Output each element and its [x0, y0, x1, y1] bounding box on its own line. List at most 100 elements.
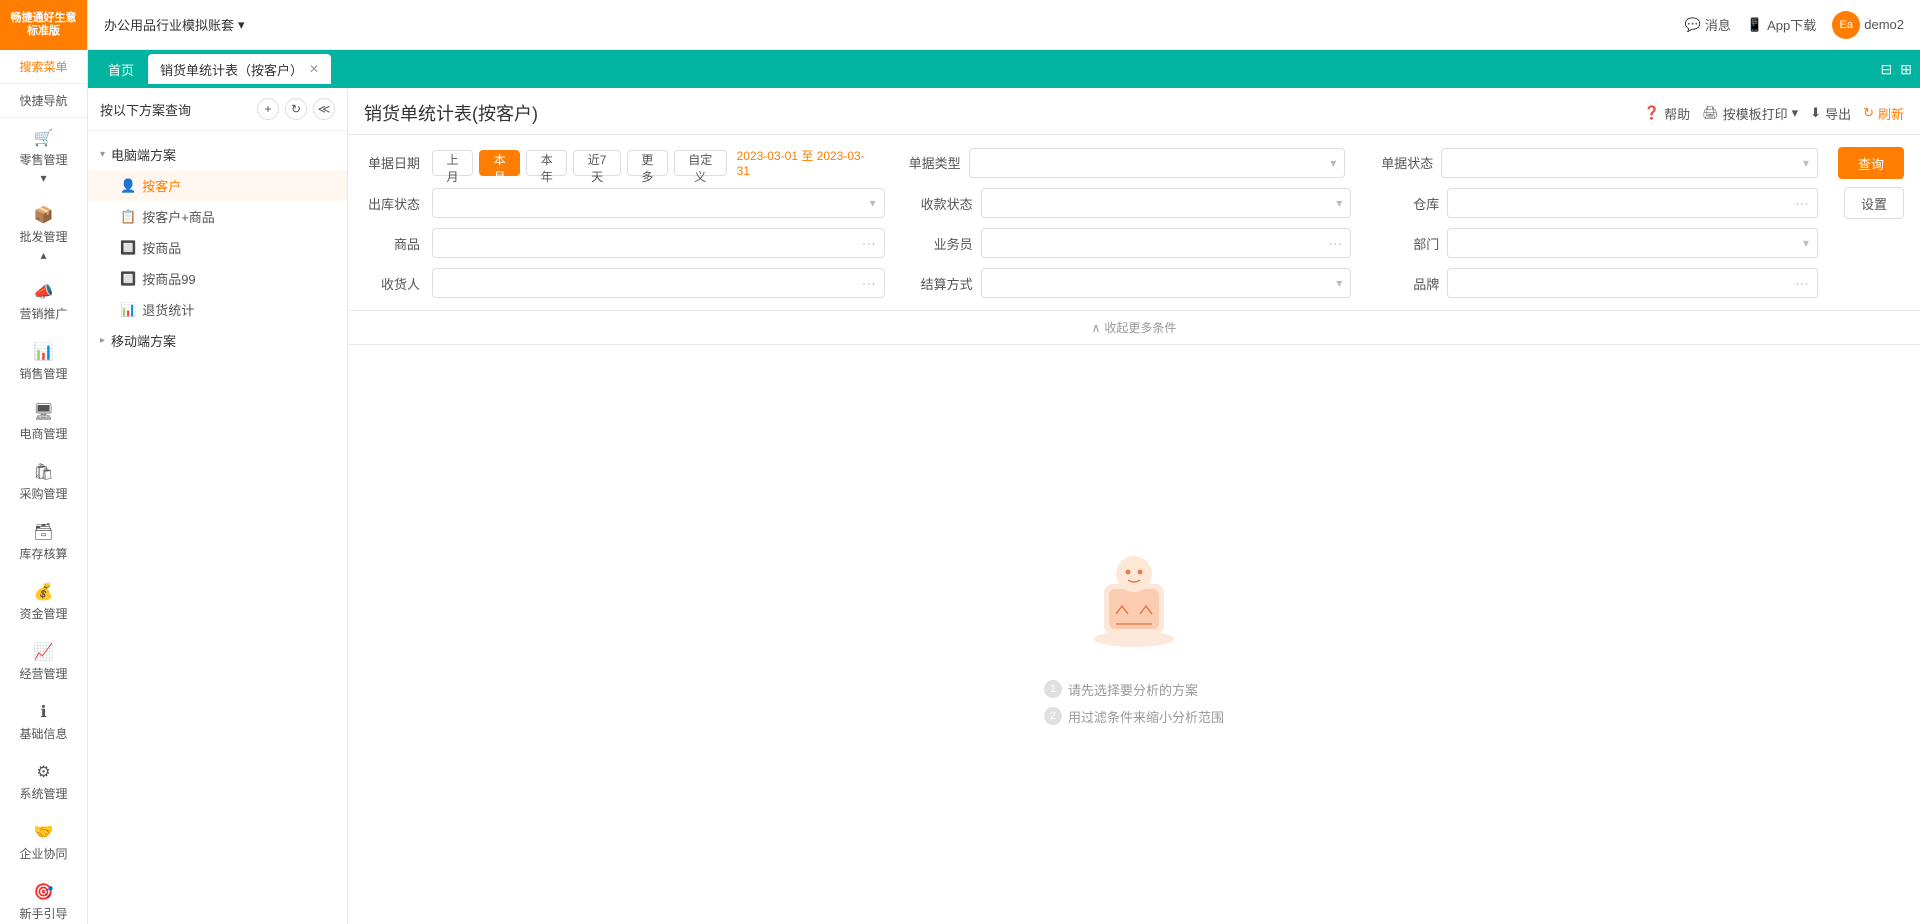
goods-select[interactable]: ···: [432, 228, 885, 258]
filter-area: 单据日期 上月 本月 本年 近7天 更多 自定义 2023-03-01 至 20…: [348, 135, 1920, 311]
scheme-refresh-button[interactable]: ↻: [285, 98, 307, 120]
receipt-status-select[interactable]: ▾: [981, 188, 1352, 218]
filter-row-4: 收货人 ··· 结算方式 ▾: [364, 268, 1818, 298]
query-btn-group: 查询 设置: [1838, 147, 1904, 219]
sidebar-item-collab[interactable]: 🤝 企业协同: [0, 812, 87, 872]
scheme-collapse-button[interactable]: ≪: [313, 98, 335, 120]
sidebar-item-sales[interactable]: 📊 销售管理: [0, 332, 87, 392]
top-header: 办公用品行业模拟账套 ▾ 💬 消息 📱 App下载 Ea demo2: [88, 0, 1920, 50]
refresh-button[interactable]: ↻ 刷新: [1863, 104, 1904, 123]
collab-icon: 🤝: [34, 822, 54, 842]
message-button[interactable]: 💬 消息: [1685, 15, 1731, 34]
staff-select[interactable]: ···: [981, 228, 1352, 258]
tab-bar: 首页 销货单统计表（按客户） ✕ ⊟ ⊞: [88, 50, 1920, 88]
collapse-bar[interactable]: ∧ 收起更多条件: [348, 311, 1920, 345]
date-btn-this-month[interactable]: 本月: [479, 150, 520, 176]
scheme-item-label: 按商品99: [142, 269, 195, 288]
brand-dots: ···: [1795, 275, 1809, 291]
out-status-chevron: ▾: [870, 196, 876, 210]
date-btn-last-month[interactable]: 上月: [432, 150, 473, 176]
sidebar-item-purchase[interactable]: 🛍 采购管理: [0, 452, 87, 512]
empty-hint-2: 2 用过滤条件来缩小分析范围: [1044, 707, 1224, 726]
sidebar-item-retail[interactable]: 🛒 零售管理 ▾: [0, 118, 87, 195]
scheme-panel: 按以下方案查询 + ↻ ≪ ▾ 电脑端方案 👤 按客户: [88, 88, 348, 924]
date-btn-custom[interactable]: 自定义: [674, 150, 727, 176]
order-type-select[interactable]: ▾: [969, 148, 1346, 178]
scheme-group-desktop-header[interactable]: ▾ 电脑端方案: [88, 139, 347, 170]
template-print-button[interactable]: 🖨 按模板打印 ▾: [1702, 104, 1798, 123]
dept-label: 部门: [1383, 234, 1439, 253]
app-download-button[interactable]: 📱 App下载: [1747, 15, 1816, 34]
tab-home[interactable]: 首页: [96, 54, 146, 84]
logo-area: 畅捷通好生意 标准版: [0, 0, 87, 50]
date-btn-this-year[interactable]: 本年: [526, 150, 567, 176]
wholesale-icon: 📦: [34, 205, 54, 225]
tab-sales-stats[interactable]: 销货单统计表（按客户） ✕: [148, 54, 331, 84]
operations-icon: 📈: [34, 642, 54, 662]
sidebar-item-guide[interactable]: 🎯 新手引导: [0, 872, 87, 924]
scheme-item-by-customer-goods[interactable]: 📋 按客户+商品: [88, 201, 347, 232]
finance-icon: 💰: [34, 582, 54, 602]
print-icon: 🖨: [1702, 105, 1719, 121]
order-status-label: 单据状态: [1377, 153, 1433, 172]
app-selector-chevron: ▾: [238, 17, 245, 33]
order-status-select[interactable]: ▾: [1441, 148, 1818, 178]
guide-icon: 🎯: [34, 882, 54, 902]
out-status-select[interactable]: ▾: [432, 188, 885, 218]
receipt-status-chevron: ▾: [1336, 196, 1342, 210]
scheme-group-mobile-header[interactable]: ▸ 移动端方案: [88, 325, 347, 356]
user-info[interactable]: Ea demo2: [1832, 11, 1904, 39]
sidebar-item-finance[interactable]: 💰 资金管理: [0, 572, 87, 632]
hint-text-2: 用过滤条件来缩小分析范围: [1068, 707, 1224, 726]
quick-nav[interactable]: 快捷导航: [0, 84, 87, 118]
out-status-label: 出库状态: [364, 194, 420, 213]
goods-icon: 🔲: [120, 240, 136, 256]
minimize-icon[interactable]: ⊟: [1881, 61, 1893, 78]
scheme-item-by-customer[interactable]: 👤 按客户: [88, 170, 347, 201]
scheme-item-return-stats[interactable]: 📊 退货统计: [88, 294, 347, 325]
date-range-display: 2023-03-01 至 2023-03-31: [737, 147, 873, 178]
warehouse-select[interactable]: ···: [1447, 188, 1818, 218]
consignee-select[interactable]: ···: [432, 268, 885, 298]
scheme-add-button[interactable]: +: [257, 98, 279, 120]
sidebar-item-wholesale[interactable]: 📦 批发管理 ▴: [0, 195, 87, 272]
goods-dots: ···: [862, 235, 876, 251]
main-content: 销货单统计表(按客户) ❓ 帮助 🖨 按模板打印 ▾ ⬇ 导出: [348, 88, 1920, 924]
scheme-group-mobile: ▸ 移动端方案: [88, 325, 347, 356]
consignee-label: 收货人: [364, 274, 420, 293]
sidebar-item-basics[interactable]: ℹ 基础信息: [0, 692, 87, 752]
date-btn-7days[interactable]: 近7天: [573, 150, 621, 176]
sidebar-item-operations[interactable]: 📈 经营管理: [0, 632, 87, 692]
order-type-label: 单据类型: [905, 153, 961, 172]
query-button[interactable]: 查询: [1838, 147, 1904, 179]
date-btn-more[interactable]: 更多: [627, 150, 668, 176]
tab-close-icon[interactable]: ✕: [309, 62, 319, 76]
customer-goods-icon: 📋: [120, 209, 136, 225]
inventory-icon: 🗃: [33, 522, 53, 542]
tab-sales-stats-label: 销货单统计表（按客户）: [160, 60, 303, 79]
settings-button[interactable]: 设置: [1844, 187, 1904, 219]
group-label: 电脑端方案: [111, 145, 176, 164]
retail-icon: 🛒: [34, 128, 54, 148]
scheme-item-by-goods[interactable]: 🔲 按商品: [88, 232, 347, 263]
settlement-select[interactable]: ▾: [981, 268, 1352, 298]
export-button[interactable]: ⬇ 导出: [1810, 104, 1851, 123]
group-arrow-icon: ▾: [100, 149, 105, 160]
help-button[interactable]: ❓ 帮助: [1644, 104, 1690, 123]
sidebar-item-ecommerce[interactable]: 🖥 电商管理: [0, 392, 87, 452]
dept-select[interactable]: ▾: [1447, 228, 1818, 258]
goods-label: 商品: [364, 234, 420, 253]
sidebar-item-system[interactable]: ⚙ 系统管理: [0, 752, 87, 812]
sidebar-item-inventory[interactable]: 🗃 库存核算: [0, 512, 87, 572]
header-right: 💬 消息 📱 App下载 Ea demo2: [1685, 11, 1904, 39]
filter-row-3: 商品 ··· 业务员 ···: [364, 228, 1818, 258]
sidebar-item-marketing[interactable]: 📣 营销推广: [0, 272, 87, 332]
staff-label: 业务员: [917, 234, 973, 253]
app-selector[interactable]: 办公用品行业模拟账套 ▾: [104, 15, 245, 34]
tab-maximise-controls: ⊟ ⊞: [1881, 61, 1912, 78]
hint-text-1: 请先选择要分析的方案: [1068, 680, 1198, 699]
maximize-icon[interactable]: ⊞: [1900, 61, 1912, 78]
search-menu[interactable]: 搜索菜单: [0, 50, 87, 84]
brand-select[interactable]: ···: [1447, 268, 1818, 298]
scheme-item-by-goods99[interactable]: 🔲 按商品99: [88, 263, 347, 294]
